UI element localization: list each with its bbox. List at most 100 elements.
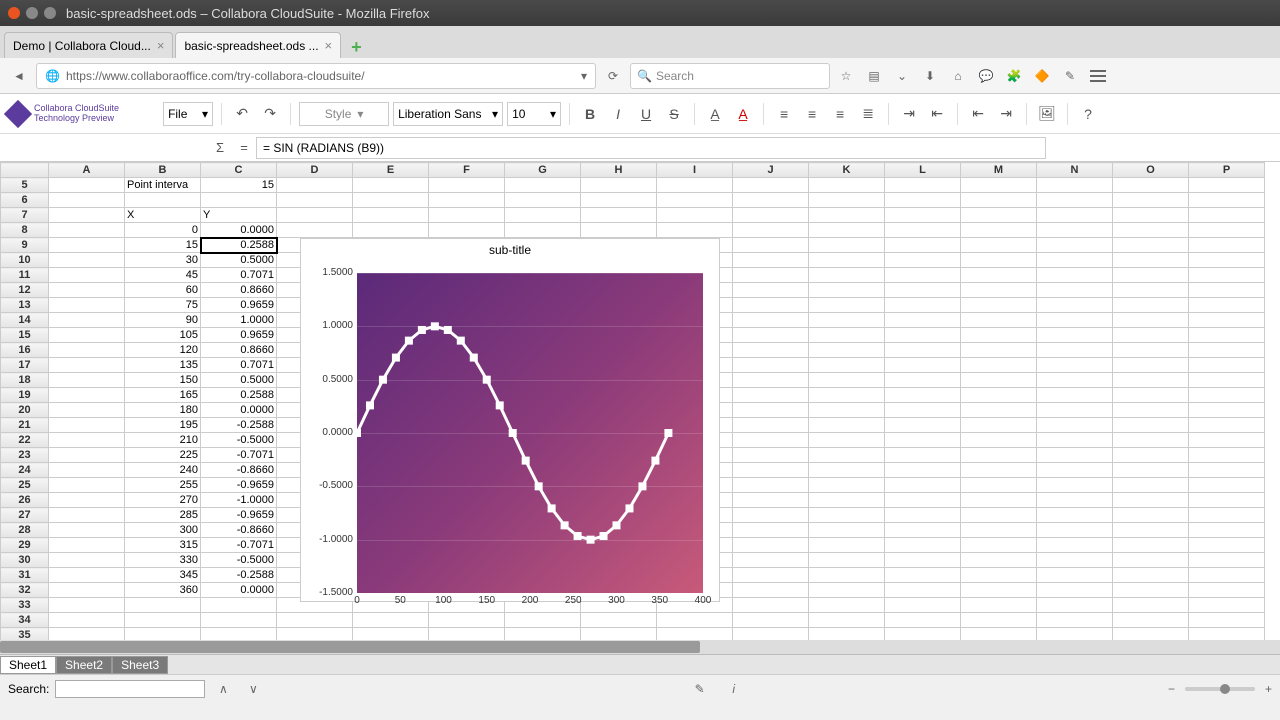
cell-J31[interactable]: [733, 568, 809, 583]
underline-button[interactable]: U: [634, 102, 658, 126]
cell-K25[interactable]: [809, 478, 885, 493]
cell-A7[interactable]: [49, 208, 125, 223]
cell-A31[interactable]: [49, 568, 125, 583]
cell-O21[interactable]: [1113, 418, 1189, 433]
cell-K14[interactable]: [809, 313, 885, 328]
cell-C15[interactable]: 0.9659: [201, 328, 277, 343]
cell-O33[interactable]: [1113, 598, 1189, 613]
col-header[interactable]: L: [885, 163, 961, 178]
undo-button[interactable]: ↶: [230, 102, 254, 126]
cell-O15[interactable]: [1113, 328, 1189, 343]
cell-L7[interactable]: [885, 208, 961, 223]
cell-O6[interactable]: [1113, 193, 1189, 208]
cell-C17[interactable]: 0.7071: [201, 358, 277, 373]
cell-P27[interactable]: [1189, 508, 1265, 523]
cell-F8[interactable]: [429, 223, 505, 238]
cell-C34[interactable]: [201, 613, 277, 628]
cell-I7[interactable]: [657, 208, 733, 223]
cell-O25[interactable]: [1113, 478, 1189, 493]
cell-P11[interactable]: [1189, 268, 1265, 283]
col-header[interactable]: I: [657, 163, 733, 178]
cell-J17[interactable]: [733, 358, 809, 373]
col-header[interactable]: O: [1113, 163, 1189, 178]
cell-C27[interactable]: -0.9659: [201, 508, 277, 523]
cell-F6[interactable]: [429, 193, 505, 208]
cell-B22[interactable]: 210: [125, 433, 201, 448]
cell-K26[interactable]: [809, 493, 885, 508]
cell-C20[interactable]: 0.0000: [201, 403, 277, 418]
cell-J12[interactable]: [733, 283, 809, 298]
cell-L16[interactable]: [885, 343, 961, 358]
cell-C9[interactable]: 0.2588: [201, 238, 277, 253]
cell-B33[interactable]: [125, 598, 201, 613]
cell-M18[interactable]: [961, 373, 1037, 388]
cell-K22[interactable]: [809, 433, 885, 448]
sheet-tab[interactable]: Sheet2: [56, 656, 112, 674]
row-header[interactable]: 31: [1, 568, 49, 583]
cell-K34[interactable]: [809, 613, 885, 628]
embedded-chart[interactable]: sub-title -1.5000-1.0000-0.50000.00000.5…: [300, 238, 720, 602]
cell-A24[interactable]: [49, 463, 125, 478]
row-header[interactable]: 5: [1, 178, 49, 193]
cell-P16[interactable]: [1189, 343, 1265, 358]
wrap-text-button[interactable]: ⇥: [897, 102, 921, 126]
cell-M6[interactable]: [961, 193, 1037, 208]
row-header[interactable]: 16: [1, 343, 49, 358]
cell-L24[interactable]: [885, 463, 961, 478]
cell-P34[interactable]: [1189, 613, 1265, 628]
cell-B27[interactable]: 285: [125, 508, 201, 523]
cell-P6[interactable]: [1189, 193, 1265, 208]
cell-J26[interactable]: [733, 493, 809, 508]
row-header[interactable]: 29: [1, 538, 49, 553]
cell-N8[interactable]: [1037, 223, 1113, 238]
cell-A20[interactable]: [49, 403, 125, 418]
pocket-icon[interactable]: ⌄: [890, 64, 914, 88]
cell-P5[interactable]: [1189, 178, 1265, 193]
cell-J10[interactable]: [733, 253, 809, 268]
cell-N11[interactable]: [1037, 268, 1113, 283]
cell-L9[interactable]: [885, 238, 961, 253]
cell-D7[interactable]: [277, 208, 353, 223]
cell-P8[interactable]: [1189, 223, 1265, 238]
cell-M15[interactable]: [961, 328, 1037, 343]
cell-A14[interactable]: [49, 313, 125, 328]
cell-M17[interactable]: [961, 358, 1037, 373]
cell-K30[interactable]: [809, 553, 885, 568]
cell-B25[interactable]: 255: [125, 478, 201, 493]
cell-C23[interactable]: -0.7071: [201, 448, 277, 463]
cell-P7[interactable]: [1189, 208, 1265, 223]
cell-P10[interactable]: [1189, 253, 1265, 268]
cell-N20[interactable]: [1037, 403, 1113, 418]
bookmark-star-icon[interactable]: ☆: [834, 64, 858, 88]
cell-C14[interactable]: 1.0000: [201, 313, 277, 328]
cell-P14[interactable]: [1189, 313, 1265, 328]
cell-K20[interactable]: [809, 403, 885, 418]
cell-P20[interactable]: [1189, 403, 1265, 418]
cell-K5[interactable]: [809, 178, 885, 193]
cell-N6[interactable]: [1037, 193, 1113, 208]
search-input[interactable]: [55, 680, 205, 698]
home-icon[interactable]: ⌂: [946, 64, 970, 88]
cell-N28[interactable]: [1037, 523, 1113, 538]
cell-C31[interactable]: -0.2588: [201, 568, 277, 583]
font-size-select[interactable]: 10 ▾: [507, 102, 561, 126]
highlight-button[interactable]: A̲: [731, 102, 755, 126]
cell-L14[interactable]: [885, 313, 961, 328]
row-header[interactable]: 23: [1, 448, 49, 463]
cell-K10[interactable]: [809, 253, 885, 268]
font-color-button[interactable]: A̲: [703, 102, 727, 126]
cell-M25[interactable]: [961, 478, 1037, 493]
col-header[interactable]: J: [733, 163, 809, 178]
col-header[interactable]: H: [581, 163, 657, 178]
row-header[interactable]: 32: [1, 583, 49, 598]
cell-A10[interactable]: [49, 253, 125, 268]
cell-G5[interactable]: [505, 178, 581, 193]
cell-O26[interactable]: [1113, 493, 1189, 508]
row-header[interactable]: 21: [1, 418, 49, 433]
cell-B30[interactable]: 330: [125, 553, 201, 568]
cell-A11[interactable]: [49, 268, 125, 283]
cell-C7[interactable]: Y: [201, 208, 277, 223]
cell-C21[interactable]: -0.2588: [201, 418, 277, 433]
increase-indent-button[interactable]: ⇥: [994, 102, 1018, 126]
cell-J34[interactable]: [733, 613, 809, 628]
